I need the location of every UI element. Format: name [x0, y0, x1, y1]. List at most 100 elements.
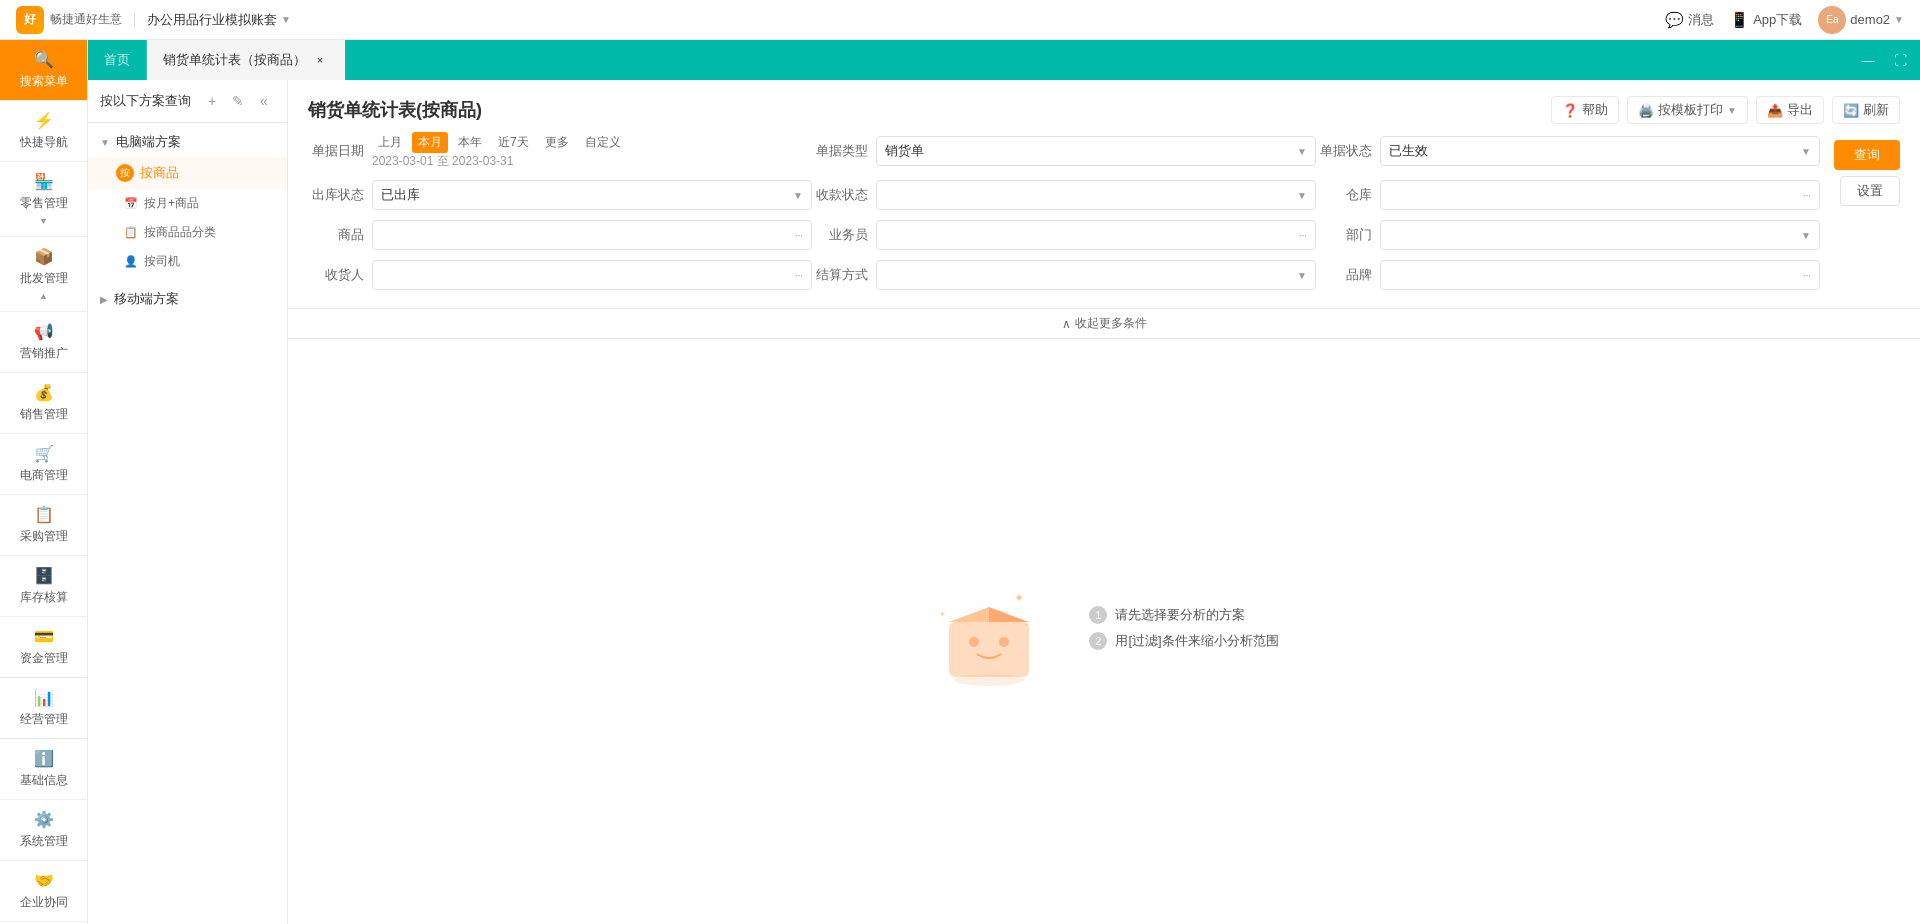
- main-layout: 🔍 搜索菜单 ⚡ 快捷导航 🏪 零售管理 ▼ 📦 批发管理 ▲ 📢 营销推广 💰…: [0, 40, 1920, 924]
- svg-text:✦: ✦: [939, 610, 946, 619]
- collapse-label: 收起更多条件: [1075, 315, 1147, 332]
- svg-point-1: [969, 637, 979, 647]
- sidebar-item-system[interactable]: ⚙️ 系统管理: [0, 800, 87, 861]
- date-tab-this-year[interactable]: 本年: [452, 132, 488, 153]
- message-icon: 💬: [1665, 11, 1684, 29]
- logo-text: 畅捷通好生意: [50, 11, 122, 28]
- date-tab-last-month[interactable]: 上月: [372, 132, 408, 153]
- sidebar-item-quicknav[interactable]: ⚡ 快捷导航: [0, 101, 87, 162]
- collapse-bar[interactable]: ∧ 收起更多条件: [288, 309, 1920, 339]
- date-tab-this-month[interactable]: 本月: [412, 132, 448, 153]
- tab-active[interactable]: 销货单统计表（按商品） ×: [147, 40, 345, 80]
- operation-icon: 📊: [34, 688, 54, 707]
- sidebar-item-basic[interactable]: ℹ️ 基础信息: [0, 739, 87, 800]
- brand-label: 品牌: [1316, 266, 1372, 284]
- scheme-item-by-goods[interactable]: 按 按商品: [88, 157, 287, 189]
- add-scheme-btn[interactable]: +: [201, 90, 223, 112]
- chevron-icon-retail: ▼: [39, 216, 48, 226]
- filter-brand-field: 品牌 ···: [1316, 260, 1820, 290]
- basic-icon: ℹ️: [34, 749, 54, 768]
- finance-icon: 💳: [34, 627, 54, 646]
- quicknav-icon: ⚡: [34, 111, 54, 130]
- dept-arrow: ▼: [1801, 230, 1811, 241]
- group-pc-label: 电脑端方案: [116, 133, 181, 151]
- brand-select[interactable]: ···: [1380, 260, 1820, 290]
- outstatus-select[interactable]: 已出库 ▼: [372, 180, 812, 210]
- scheme-sub-item-driver[interactable]: 👤 按司机: [88, 247, 287, 276]
- tab-home-label: 首页: [104, 51, 130, 69]
- docstatus-select[interactable]: 已生效 ▼: [1380, 136, 1820, 166]
- list-icon: 📋: [124, 226, 138, 239]
- salesman-ellipsis: ···: [1299, 230, 1307, 241]
- warehouse-label: 仓库: [1316, 186, 1372, 204]
- filter-consignee-field: 收货人 ···: [308, 260, 812, 290]
- tab-minimize-btn[interactable]: —: [1856, 48, 1880, 72]
- empty-hint-1: 1 请先选择要分析的方案: [1089, 606, 1278, 624]
- refresh-icon: 🔄: [1843, 103, 1859, 118]
- docstatus-arrow: ▼: [1801, 146, 1811, 157]
- retail-icon: 🏪: [34, 172, 54, 191]
- tab-expand-btn[interactable]: ⛶: [1888, 48, 1912, 72]
- scheme-group-pc-header[interactable]: ▼ 电脑端方案: [88, 127, 287, 157]
- industry-name: 办公用品行业模拟账套: [147, 11, 277, 29]
- date-tab-custom[interactable]: 自定义: [579, 132, 627, 153]
- sidebar-item-marketing[interactable]: 📢 营销推广: [0, 312, 87, 373]
- scheme-sub-item-goods-category[interactable]: 📋 按商品品分类: [88, 218, 287, 247]
- message-label: 消息: [1688, 11, 1714, 29]
- dept-select[interactable]: ▼: [1380, 220, 1820, 250]
- sidebar-item-retail[interactable]: 🏪 零售管理 ▼: [0, 162, 87, 237]
- top-bar-right: 💬 消息 📱 App下载 Ea demo2 ▼: [1665, 6, 1904, 34]
- warehouse-select[interactable]: ···: [1380, 180, 1820, 210]
- date-tabs: 上月 本月 本年 近7天 更多 自定义: [372, 132, 812, 153]
- refresh-btn[interactable]: 🔄 刷新: [1832, 96, 1900, 124]
- purchase-icon: 📋: [34, 505, 54, 524]
- edit-scheme-btn[interactable]: ✎: [227, 90, 249, 112]
- paystatus-select[interactable]: ▼: [876, 180, 1316, 210]
- filter-date-field: 单据日期 上月 本月 本年 近7天 更多 自定义: [308, 132, 812, 170]
- search-icon: 🔍: [34, 50, 54, 69]
- template-print-btn[interactable]: 🖨️ 按模板打印 ▼: [1627, 96, 1748, 124]
- salesman-label: 业务员: [812, 226, 868, 244]
- sidebar-item-finance[interactable]: 💳 资金管理: [0, 617, 87, 678]
- doctype-select[interactable]: 销货单 ▼: [876, 136, 1316, 166]
- sidebar-item-cooperation[interactable]: 🤝 企业协同: [0, 861, 87, 922]
- help-btn[interactable]: ❓ 帮助: [1551, 96, 1619, 124]
- message-action[interactable]: 💬 消息: [1665, 11, 1714, 29]
- sidebar-item-ecommerce[interactable]: 🛒 电商管理: [0, 434, 87, 495]
- empty-svg: ✦ ✦ ✦: [929, 572, 1049, 692]
- consignee-select[interactable]: ···: [372, 260, 812, 290]
- sidebar-item-sales[interactable]: 💰 销售管理: [0, 373, 87, 434]
- industry-selector[interactable]: 办公用品行业模拟账套 ▼: [147, 11, 291, 29]
- date-tab-more[interactable]: 更多: [539, 132, 575, 153]
- tab-home[interactable]: 首页: [88, 40, 147, 80]
- salesman-select[interactable]: ···: [876, 220, 1316, 250]
- sidebar-item-search[interactable]: 🔍 搜索菜单: [0, 40, 87, 101]
- settings-button[interactable]: 设置: [1840, 176, 1900, 206]
- username: demo2: [1850, 12, 1890, 27]
- user-action[interactable]: Ea demo2 ▼: [1818, 6, 1904, 34]
- sidebar-item-operation[interactable]: 📊 经营管理: [0, 678, 87, 739]
- left-panel-header: 按以下方案查询 + ✎ «: [88, 80, 287, 123]
- chevron-icon-wholesale: ▲: [39, 291, 48, 301]
- filter-salesman-field: 业务员 ···: [812, 220, 1316, 250]
- app-download-action[interactable]: 📱 App下载: [1730, 11, 1802, 29]
- tab-close-icon[interactable]: ×: [312, 52, 328, 68]
- query-button[interactable]: 查询: [1834, 140, 1900, 170]
- sidebar-item-wholesale[interactable]: 📦 批发管理 ▲: [0, 237, 87, 312]
- marketing-icon: 📢: [34, 322, 54, 341]
- sidebar-item-inventory[interactable]: 🗄️ 库存核算: [0, 556, 87, 617]
- filter-dept-field: 部门 ▼: [1316, 220, 1820, 250]
- avatar: Ea: [1818, 6, 1846, 34]
- scheme-group-mobile-header[interactable]: ▶ 移动端方案: [88, 284, 287, 314]
- payment-select[interactable]: ▼: [876, 260, 1316, 290]
- date-tab-7days[interactable]: 近7天: [492, 132, 535, 153]
- scheme-sub-item-month-goods[interactable]: 📅 按月+商品: [88, 189, 287, 218]
- sidebar-basic-label: 基础信息: [20, 772, 68, 789]
- sidebar-item-purchase[interactable]: 📋 采购管理: [0, 495, 87, 556]
- collapse-panel-btn[interactable]: «: [253, 90, 275, 112]
- tab-bar-actions: — ⛶: [1856, 48, 1920, 72]
- goods-select[interactable]: ···: [372, 220, 812, 250]
- doctype-value: 销货单: [885, 142, 924, 160]
- left-panel-title: 按以下方案查询: [100, 92, 191, 110]
- export-btn[interactable]: 📤 导出: [1756, 96, 1824, 124]
